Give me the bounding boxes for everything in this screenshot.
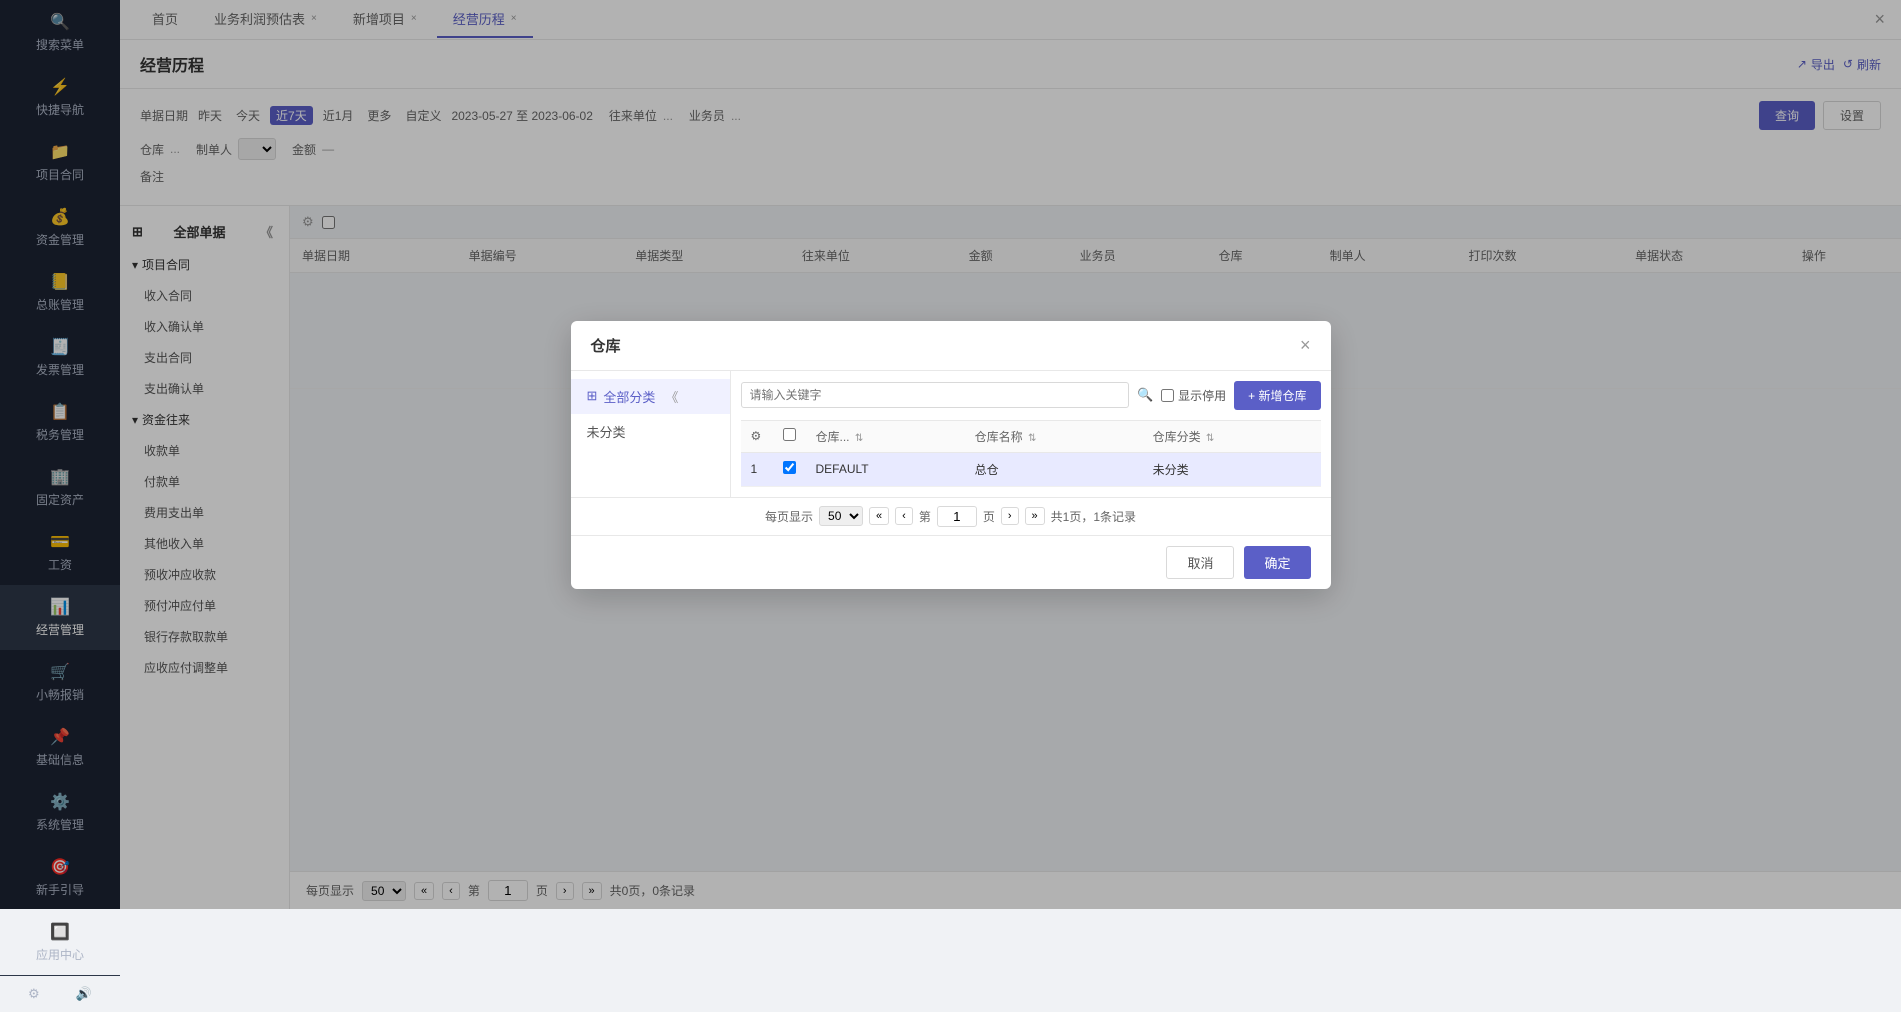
modal-pagination: 每页显示 50 « ‹ 第 页 › » 共1页，1条记录 xyxy=(571,497,1331,535)
add-warehouse-btn[interactable]: + 新增仓库 xyxy=(1234,381,1320,410)
modal-title: 仓库 xyxy=(591,335,621,356)
sidebar-item-label: 应用中心 xyxy=(36,946,84,963)
modal-cancel-btn[interactable]: 取消 xyxy=(1166,546,1234,579)
modal-search-input[interactable] xyxy=(741,382,1129,408)
sort-icon-category: ⇅ xyxy=(1206,433,1214,444)
modal-close-btn[interactable]: × xyxy=(1300,335,1311,356)
modal-page-input[interactable] xyxy=(937,506,977,527)
row-name: 总仓 xyxy=(965,452,1143,486)
modal-right-panel: 🔍 显示停用 + 新增仓库 ⚙ xyxy=(731,371,1331,497)
row-index: 1 xyxy=(741,452,773,486)
app-icon: 🔲 xyxy=(50,922,70,942)
sidebar-item-app[interactable]: 🔲 应用中心 xyxy=(0,910,120,975)
row-category: 未分类 xyxy=(1143,452,1321,486)
table-row[interactable]: 1 DEFAULT 总仓 未分类 xyxy=(741,452,1321,486)
modal-confirm-btn[interactable]: 确定 xyxy=(1244,546,1310,579)
modal-total-text: 共1页，1条记录 xyxy=(1051,508,1136,525)
modal-page-suffix: 页 xyxy=(983,508,995,525)
modal-search-bar: 🔍 显示停用 + 新增仓库 xyxy=(741,381,1321,410)
col-warehouse-category: 仓库分类 ⇅ xyxy=(1143,420,1321,452)
all-categories-label: 全部分类 xyxy=(603,387,655,406)
row-code: DEFAULT xyxy=(806,452,965,486)
modal-per-page-label: 每页显示 xyxy=(765,508,813,525)
col-warehouse-name: 仓库名称 ⇅ xyxy=(965,420,1143,452)
warehouse-modal: 仓库 × ⊞ 全部分类 《 未分类 🔍 xyxy=(571,321,1331,589)
gear-col-icon[interactable]: ⚙ xyxy=(751,429,762,443)
col-warehouse-code: 仓库... ⇅ xyxy=(806,420,965,452)
modal-footer-actions: 取消 确定 xyxy=(571,535,1331,589)
show-disabled-checkbox[interactable] xyxy=(1161,389,1174,402)
modal-prev-page-btn[interactable]: ‹ xyxy=(895,507,913,525)
show-disabled-label: 显示停用 xyxy=(1178,387,1226,404)
modal-category-unclassified[interactable]: 未分类 xyxy=(571,414,730,449)
show-disabled-checkbox-label: 显示停用 xyxy=(1161,387,1226,404)
col-select xyxy=(773,420,806,452)
sidebar-bottom: ⚙ 🔊 xyxy=(0,975,120,1012)
modal-per-page-select[interactable]: 50 xyxy=(819,506,863,526)
sort-icon-name: ⇅ xyxy=(1028,433,1036,444)
settings-icon[interactable]: ⚙ xyxy=(28,986,40,1002)
modal-page-label: 第 xyxy=(919,508,931,525)
sort-icon-code: ⇅ xyxy=(855,433,863,444)
row-checkbox[interactable] xyxy=(783,461,796,474)
volume-icon[interactable]: 🔊 xyxy=(76,986,92,1002)
grid-icon: ⊞ xyxy=(587,388,598,404)
modal-body: ⊞ 全部分类 《 未分类 🔍 显示停用 + 新增 xyxy=(571,371,1331,497)
modal-next-page-btn[interactable]: › xyxy=(1001,507,1019,525)
modal-warehouse-table: ⚙ 仓库... ⇅ 仓库名称 xyxy=(741,420,1321,487)
modal-left-panel: ⊞ 全部分类 《 未分类 xyxy=(571,371,731,497)
modal-overlay: 仓库 × ⊞ 全部分类 《 未分类 🔍 xyxy=(0,0,1901,909)
left-panel-collapse-btn[interactable]: 《 xyxy=(661,387,682,406)
modal-search-btn[interactable]: 🔍 xyxy=(1137,387,1153,403)
modal-table-container: ⚙ 仓库... ⇅ 仓库名称 xyxy=(741,420,1321,487)
col-gear: ⚙ xyxy=(741,420,773,452)
uncategorized-label: 未分类 xyxy=(587,422,626,441)
modal-select-all[interactable] xyxy=(783,428,796,441)
modal-first-page-btn[interactable]: « xyxy=(869,507,889,525)
modal-last-page-btn[interactable]: » xyxy=(1025,507,1045,525)
modal-header: 仓库 × xyxy=(571,321,1331,371)
row-checkbox-cell xyxy=(773,452,806,486)
modal-all-categories[interactable]: ⊞ 全部分类 《 xyxy=(571,379,730,414)
